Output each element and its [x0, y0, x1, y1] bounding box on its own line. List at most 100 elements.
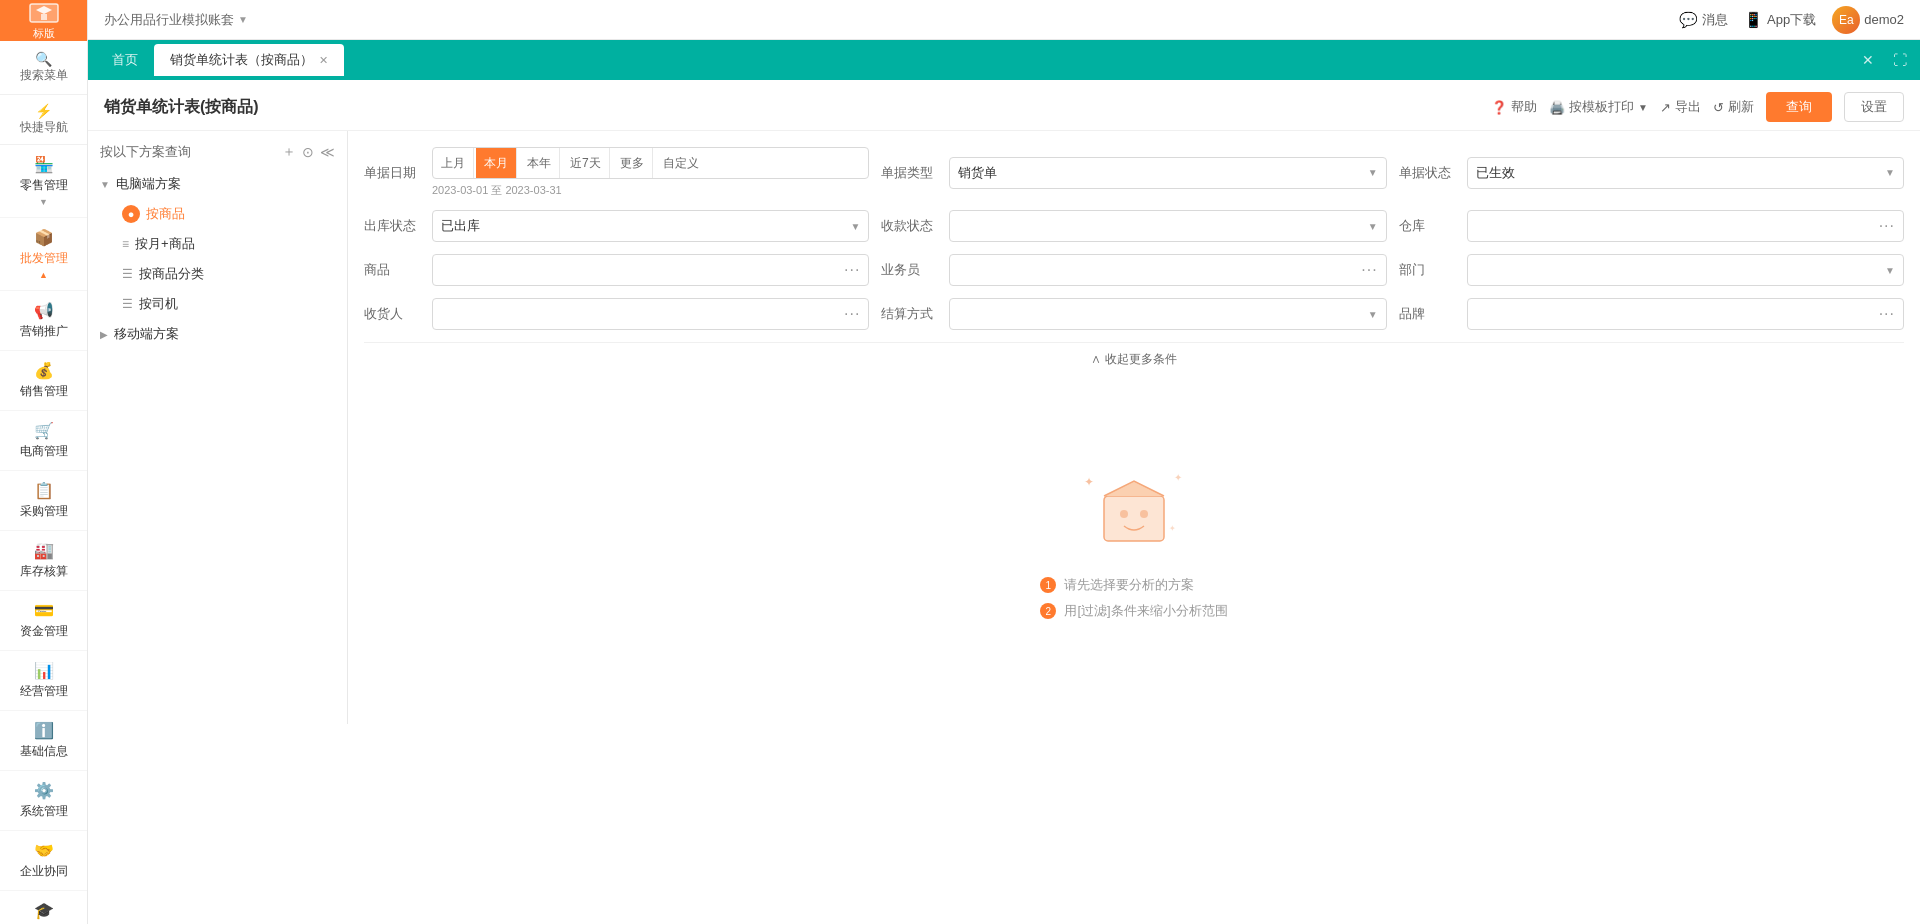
- sidebar-item-procurement[interactable]: 📋 采购管理: [0, 471, 87, 531]
- receipt-status-control[interactable]: ▼: [949, 210, 1386, 242]
- tree-item-by-category[interactable]: ☰ 按商品分类: [88, 259, 347, 289]
- sidebar-item-retail[interactable]: 🏪 零售管理 ▼: [0, 145, 87, 218]
- sidebar-item-operations[interactable]: 📊 经营管理: [0, 651, 87, 711]
- left-panel-header: 按以下方案查询 ＋ ⊙ ≪: [88, 143, 347, 169]
- date-tabs: 上月 本月 本年 近7天 更多 自定义: [432, 147, 869, 179]
- month-product-icon: ≡: [122, 237, 129, 251]
- tree-item-by-product[interactable]: ● 按商品: [88, 199, 347, 229]
- tab-sales-stats[interactable]: 销货单统计表（按商品） ✕: [154, 44, 344, 76]
- filter-item-brand: 品牌 ···: [1399, 298, 1904, 330]
- date-tab-this-month[interactable]: 本月: [476, 148, 517, 178]
- sidebar-item-enterprise[interactable]: 🤝 企业协同: [0, 831, 87, 891]
- refresh-btn[interactable]: ↺ 刷新: [1713, 98, 1754, 116]
- tree-item-desktop[interactable]: ▼ 电脑端方案: [88, 169, 347, 199]
- receiver-label: 收货人: [364, 305, 424, 323]
- empty-steps: 1 请先选择要分析的方案 2 用[过滤]条件来缩小分析范围: [1040, 576, 1227, 628]
- warehouse-control[interactable]: ···: [1467, 210, 1904, 242]
- template-print-label: 按模板打印: [1569, 98, 1634, 116]
- company-dropdown-icon: ▼: [238, 14, 248, 25]
- date-tab-last-month[interactable]: 上月: [433, 148, 474, 178]
- settings-button[interactable]: 设置: [1844, 92, 1904, 122]
- app-download-btn[interactable]: 📱 App下载: [1744, 11, 1816, 29]
- filter-item-department: 部门 ▼: [1399, 254, 1904, 286]
- system-icon: ⚙️: [34, 781, 54, 800]
- retail-icon: 🏪: [34, 155, 54, 174]
- doc-status-control[interactable]: 已生效 ▼: [1467, 157, 1904, 189]
- filter-item-salesperson: 业务员 ···: [881, 254, 1386, 286]
- newbie-icon: 🎓: [34, 901, 54, 920]
- sidebar-item-wholesale[interactable]: 📦 批发管理 ▲: [0, 218, 87, 291]
- tab-close-icon[interactable]: ✕: [319, 54, 328, 67]
- message-btn[interactable]: 💬 消息: [1679, 11, 1728, 29]
- finance-icon: 💳: [34, 601, 54, 620]
- sidebar-item-inventory[interactable]: 🏭 库存核算: [0, 531, 87, 591]
- search-menu[interactable]: 🔍 搜索菜单: [0, 41, 87, 95]
- user-profile[interactable]: Ea demo2: [1832, 6, 1904, 34]
- sidebar-item-marketing[interactable]: 📢 营销推广: [0, 291, 87, 351]
- company-name: 办公用品行业模拟账套: [104, 11, 234, 29]
- query-button[interactable]: 查询: [1766, 92, 1832, 122]
- date-filter-wrapper: 上月 本月 本年 近7天 更多 自定义 2023-03-01 至 2023-03…: [432, 147, 869, 198]
- message-icon: 💬: [1679, 11, 1698, 29]
- svg-text:✦: ✦: [1174, 472, 1182, 483]
- date-tab-7days[interactable]: 近7天: [562, 148, 610, 178]
- help-btn[interactable]: ❓ 帮助: [1491, 98, 1537, 116]
- collapse-bar[interactable]: ∧ 收起更多条件: [364, 342, 1904, 376]
- sidebar-item-system[interactable]: ⚙️ 系统管理: [0, 771, 87, 831]
- salesperson-control[interactable]: ···: [949, 254, 1386, 286]
- marketing-label: 营销推广: [20, 323, 68, 340]
- date-tab-more[interactable]: 更多: [612, 148, 653, 178]
- date-tab-this-year[interactable]: 本年: [519, 148, 560, 178]
- company-selector[interactable]: 办公用品行业模拟账套 ▼: [104, 11, 248, 29]
- tree-arrow-desktop: ▼: [100, 179, 110, 190]
- export-btn[interactable]: ↗ 导出: [1660, 98, 1701, 116]
- operations-label: 经营管理: [20, 683, 68, 700]
- sidebar-item-finance[interactable]: 💳 资金管理: [0, 591, 87, 651]
- filter-item-doc-type: 单据类型 销货单 ▼: [881, 157, 1386, 189]
- receiver-control[interactable]: ···: [432, 298, 869, 330]
- add-scheme-icon[interactable]: ＋: [282, 143, 296, 161]
- system-label: 系统管理: [20, 803, 68, 820]
- date-tab-custom[interactable]: 自定义: [655, 148, 707, 178]
- sidebar-item-ecommerce[interactable]: 🛒 电商管理: [0, 411, 87, 471]
- edit-scheme-icon[interactable]: ⊙: [302, 144, 314, 160]
- receiver-dots: ···: [844, 305, 860, 323]
- category-icon: ☰: [122, 267, 133, 281]
- quick-nav[interactable]: ⚡ 快捷导航: [0, 95, 87, 145]
- operations-icon: 📊: [34, 661, 54, 680]
- brand-control[interactable]: ···: [1467, 298, 1904, 330]
- tree-item-by-cashier[interactable]: ☰ 按司机: [88, 289, 347, 319]
- brand-dots: ···: [1879, 305, 1895, 323]
- out-status-control[interactable]: 已出库 ▼: [432, 210, 869, 242]
- top-header: 办公用品行业模拟账套 ▼ 💬 消息 📱 App下载 Ea demo2: [88, 0, 1920, 40]
- date-label: 单据日期: [364, 164, 424, 182]
- template-print-btn[interactable]: 🖨️ 按模板打印 ▼: [1549, 98, 1648, 116]
- tree-item-mobile[interactable]: ▶ 移动端方案: [88, 319, 347, 349]
- settlement-control[interactable]: ▼: [949, 298, 1386, 330]
- avatar-initial: Ea: [1839, 13, 1854, 27]
- export-label: 导出: [1675, 98, 1701, 116]
- svg-point-3: [1120, 510, 1128, 518]
- tab-home-label: 首页: [112, 51, 138, 69]
- sidebar-item-sales[interactable]: 💰 销售管理: [0, 351, 87, 411]
- refresh-icon: ↺: [1713, 100, 1724, 115]
- department-control[interactable]: ▼: [1467, 254, 1904, 286]
- collapse-panel-icon[interactable]: ≪: [320, 144, 335, 160]
- warehouse-label: 仓库: [1399, 217, 1459, 235]
- goods-control[interactable]: ···: [432, 254, 869, 286]
- tab-close-window-btn[interactable]: ✕: [1856, 48, 1880, 72]
- tree-label-mobile: 移动端方案: [114, 325, 179, 343]
- doc-type-control[interactable]: 销货单 ▼: [949, 157, 1386, 189]
- tree-label-by-month-product: 按月+商品: [135, 235, 195, 253]
- sidebar-item-newbie[interactable]: 🎓 新手引导: [0, 891, 87, 924]
- svg-point-4: [1140, 510, 1148, 518]
- filter-item-settlement: 结算方式 ▼: [881, 298, 1386, 330]
- header-left: 办公用品行业模拟账套 ▼: [104, 11, 248, 29]
- settlement-arrow: ▼: [1368, 309, 1378, 320]
- app-logo[interactable]: 标版: [0, 0, 88, 41]
- tree-item-by-month-product[interactable]: ≡ 按月+商品: [88, 229, 347, 259]
- sidebar-item-basic[interactable]: ℹ️ 基础信息: [0, 711, 87, 771]
- tab-maximize-btn[interactable]: ⛶: [1888, 48, 1912, 72]
- tab-home[interactable]: 首页: [96, 44, 154, 76]
- help-label: 帮助: [1511, 98, 1537, 116]
